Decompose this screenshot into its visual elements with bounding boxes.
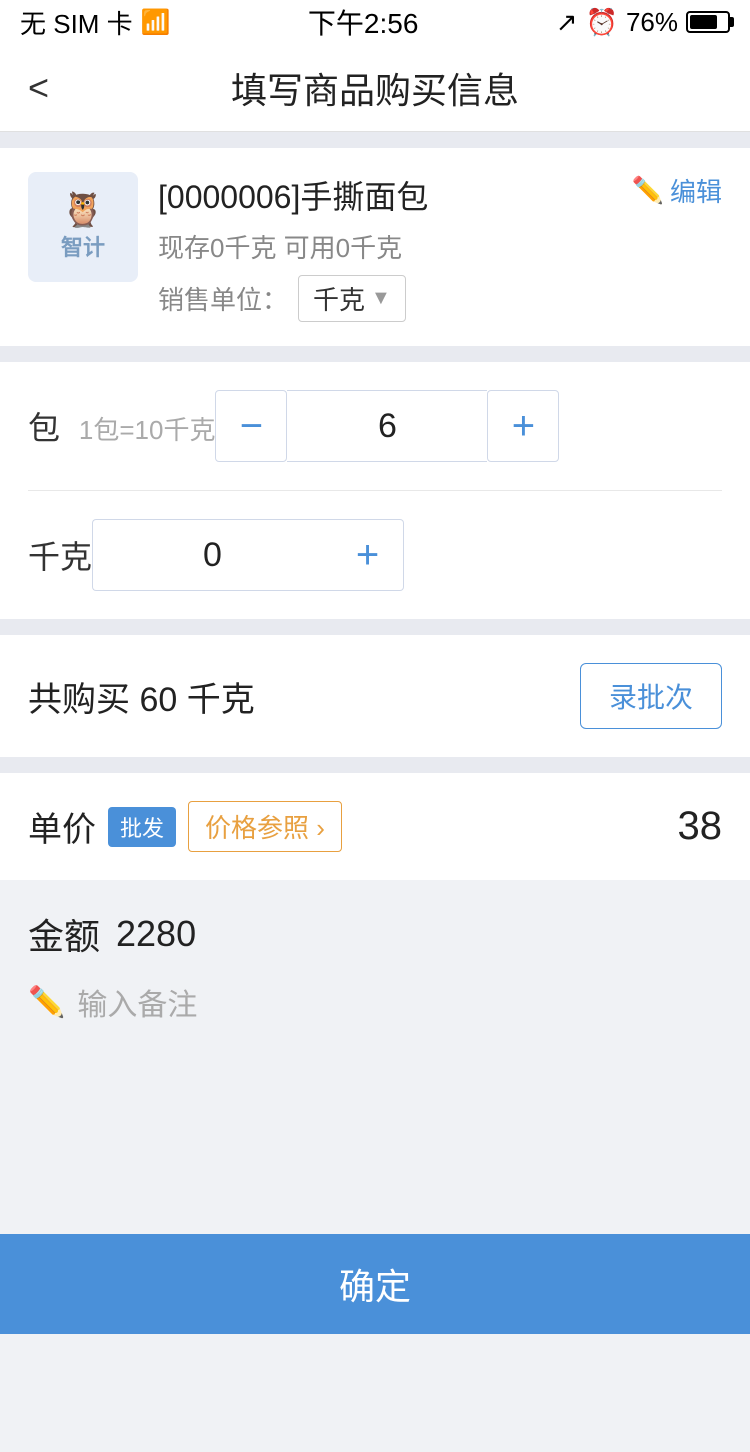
unit-value: 千克	[313, 280, 365, 317]
bag-plus-button[interactable]: +	[487, 390, 559, 462]
remark-row[interactable]: ✏️ 输入备注	[28, 980, 722, 1052]
price-reference-button[interactable]: 价格参照 ›	[188, 801, 342, 852]
battery-percent: 76%	[626, 7, 678, 38]
edit-button[interactable]: ✏️ 编辑	[632, 172, 722, 209]
status-bar: 无 SIM 卡 📶 下午2:56 ↗ ⏰ 76%	[0, 0, 750, 44]
divider-2	[0, 619, 750, 635]
price-type-tag: 批发	[108, 807, 176, 847]
bag-hint: 1包=10千克	[79, 415, 216, 445]
product-card: 🦉 智计 [0000006]手撕面包 现存0千克 可用0千克 销售单位： 千克 …	[0, 148, 750, 346]
location-icon: ↗	[556, 7, 578, 38]
price-label: 单价	[28, 802, 96, 851]
remark-icon: ✏️	[28, 985, 65, 1020]
kg-quantity-input[interactable]	[92, 519, 332, 591]
bag-quantity-controls: − +	[215, 390, 559, 462]
amount-section: 金额 2280 ✏️ 输入备注	[0, 880, 750, 1052]
unit-label: 销售单位：	[158, 280, 288, 317]
divider-1	[0, 346, 750, 362]
kg-plus-button[interactable]: +	[332, 519, 404, 591]
thumbnail-text: 智计	[61, 230, 105, 262]
back-button[interactable]: <	[28, 67, 49, 109]
status-left: 无 SIM 卡 📶	[20, 4, 171, 41]
alarm-icon: ⏰	[586, 7, 618, 38]
price-label-row: 单价 批发 价格参照 ›	[28, 801, 342, 852]
status-right: ↗ ⏰ 76%	[556, 7, 730, 38]
bag-label: 包	[28, 410, 60, 446]
battery-icon	[686, 11, 730, 33]
price-section: 单价 批发 价格参照 › 38	[0, 773, 750, 880]
page-title: 填写商品购买信息	[231, 62, 519, 114]
summary-text: 共购买 60 千克	[28, 672, 255, 721]
status-time: 下午2:56	[308, 2, 419, 42]
bag-label-group: 包 1包=10千克	[28, 403, 215, 449]
amount-label: 金额	[28, 908, 100, 960]
product-stock: 现存0千克 可用0千克	[158, 228, 722, 265]
nav-bar: < 填写商品购买信息	[0, 44, 750, 132]
kg-label: 千克	[28, 532, 92, 578]
remark-placeholder: 输入备注	[77, 980, 197, 1024]
unit-selector[interactable]: 千克 ▼	[298, 275, 406, 322]
carrier-text: 无 SIM 卡	[20, 4, 133, 41]
product-thumbnail: 🦉 智计	[28, 172, 138, 282]
wifi-icon: 📶	[141, 8, 171, 37]
kg-quantity-controls: +	[92, 519, 404, 591]
edit-icon: ✏️	[632, 175, 664, 206]
quantity-section: 包 1包=10千克 − + 千克 +	[0, 362, 750, 619]
product-unit-row: 销售单位： 千克 ▼	[158, 275, 722, 322]
top-divider	[0, 132, 750, 148]
bag-quantity-row: 包 1包=10千克 − +	[28, 362, 722, 491]
bag-quantity-input[interactable]	[287, 390, 487, 462]
edit-label: 编辑	[670, 172, 722, 209]
dropdown-arrow: ▼	[371, 287, 391, 310]
summary-section: 共购买 60 千克 录批次	[0, 635, 750, 757]
amount-row: 金额 2280	[28, 908, 722, 980]
price-value: 38	[678, 804, 723, 849]
confirm-button[interactable]: 确定	[0, 1234, 750, 1334]
amount-value: 2280	[116, 913, 196, 955]
bag-minus-button[interactable]: −	[215, 390, 287, 462]
batch-button[interactable]: 录批次	[580, 663, 722, 729]
kg-quantity-row: 千克 +	[28, 491, 722, 619]
divider-3	[0, 757, 750, 773]
